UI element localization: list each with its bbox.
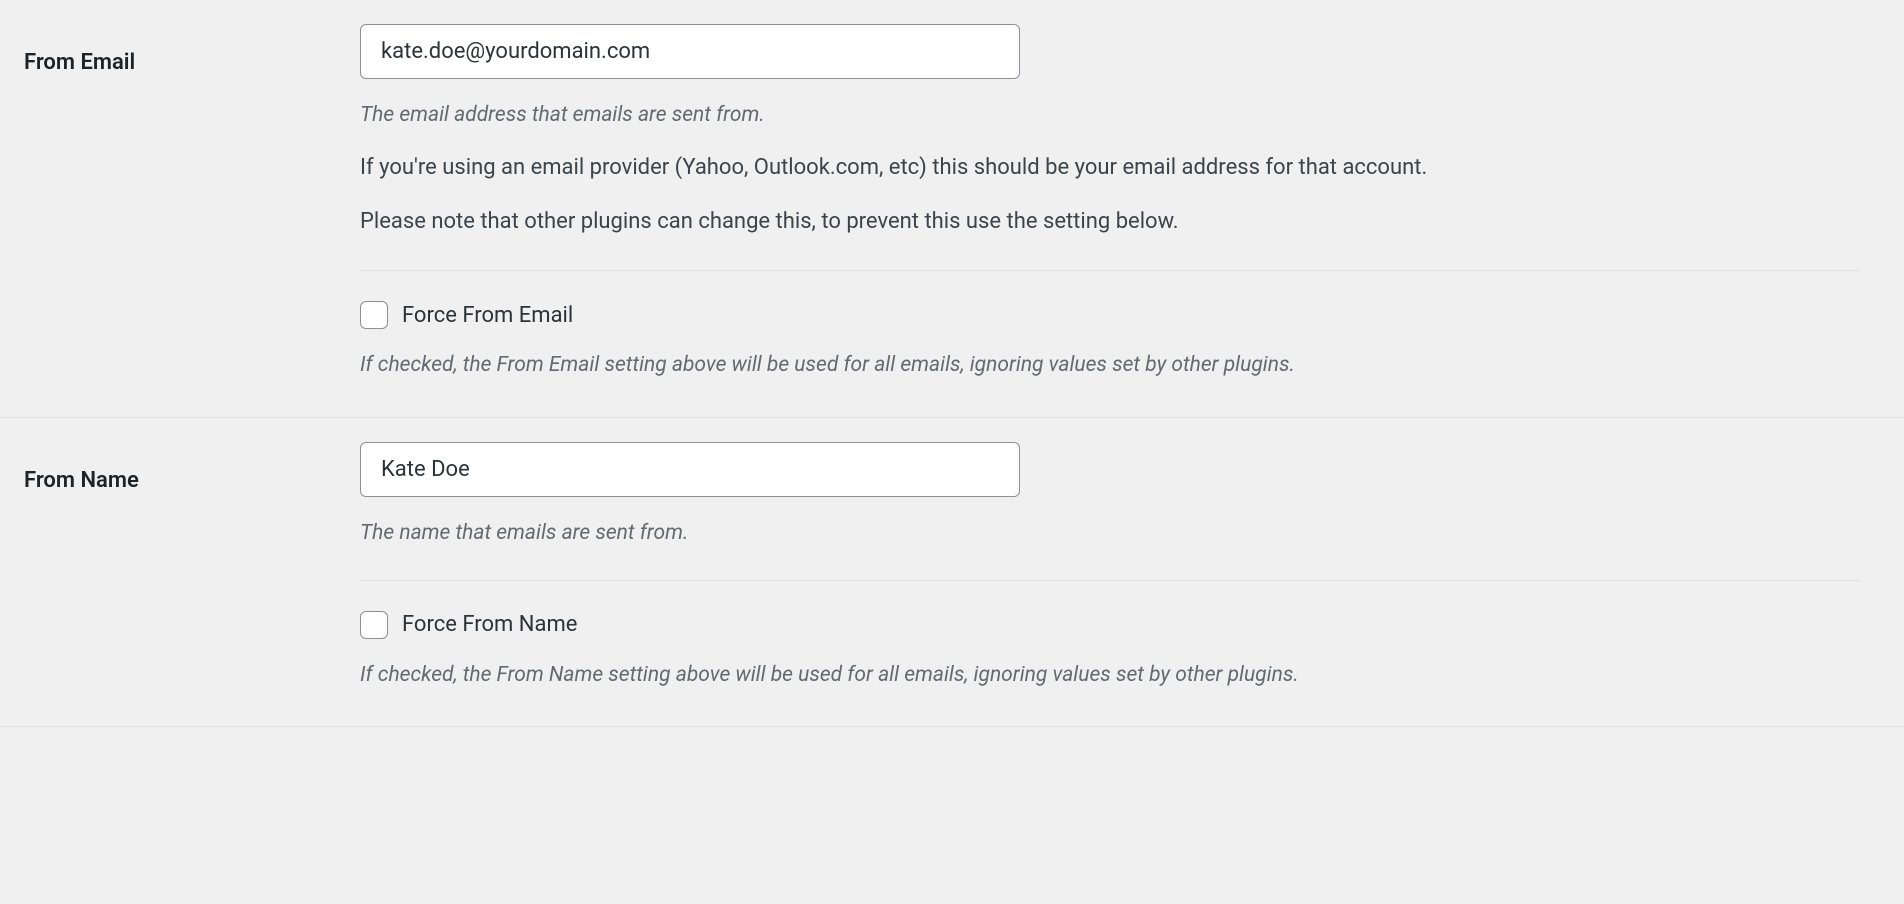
- from-name-row: From Name The name that emails are sent …: [0, 418, 1904, 728]
- from-email-input[interactable]: [360, 24, 1020, 79]
- force-from-name-row: Force From Name: [360, 611, 1860, 639]
- from-email-label-cell: From Email: [24, 24, 360, 381]
- force-from-email-row: Force From Email: [360, 301, 1860, 329]
- from-email-label: From Email: [24, 50, 135, 75]
- from-email-row: From Email The email address that emails…: [0, 0, 1904, 418]
- from-name-input[interactable]: [360, 442, 1020, 497]
- from-email-content: The email address that emails are sent f…: [360, 24, 1880, 381]
- from-email-divider: [360, 270, 1860, 271]
- from-email-help: The email address that emails are sent f…: [360, 101, 1860, 130]
- force-from-email-label[interactable]: Force From Email: [402, 303, 573, 328]
- from-email-info-2: Please note that other plugins can chang…: [360, 206, 1860, 238]
- from-name-divider: [360, 580, 1860, 581]
- force-from-email-help: If checked, the From Email setting above…: [360, 351, 1860, 380]
- force-from-email-checkbox[interactable]: [360, 301, 388, 329]
- force-from-name-label[interactable]: Force From Name: [402, 612, 577, 637]
- from-email-info-1: If you're using an email provider (Yahoo…: [360, 152, 1860, 184]
- force-from-name-checkbox[interactable]: [360, 611, 388, 639]
- from-name-label-cell: From Name: [24, 442, 360, 691]
- from-name-label: From Name: [24, 468, 139, 493]
- from-name-help: The name that emails are sent from.: [360, 519, 1860, 548]
- from-name-content: The name that emails are sent from. Forc…: [360, 442, 1880, 691]
- force-from-name-help: If checked, the From Name setting above …: [360, 661, 1860, 690]
